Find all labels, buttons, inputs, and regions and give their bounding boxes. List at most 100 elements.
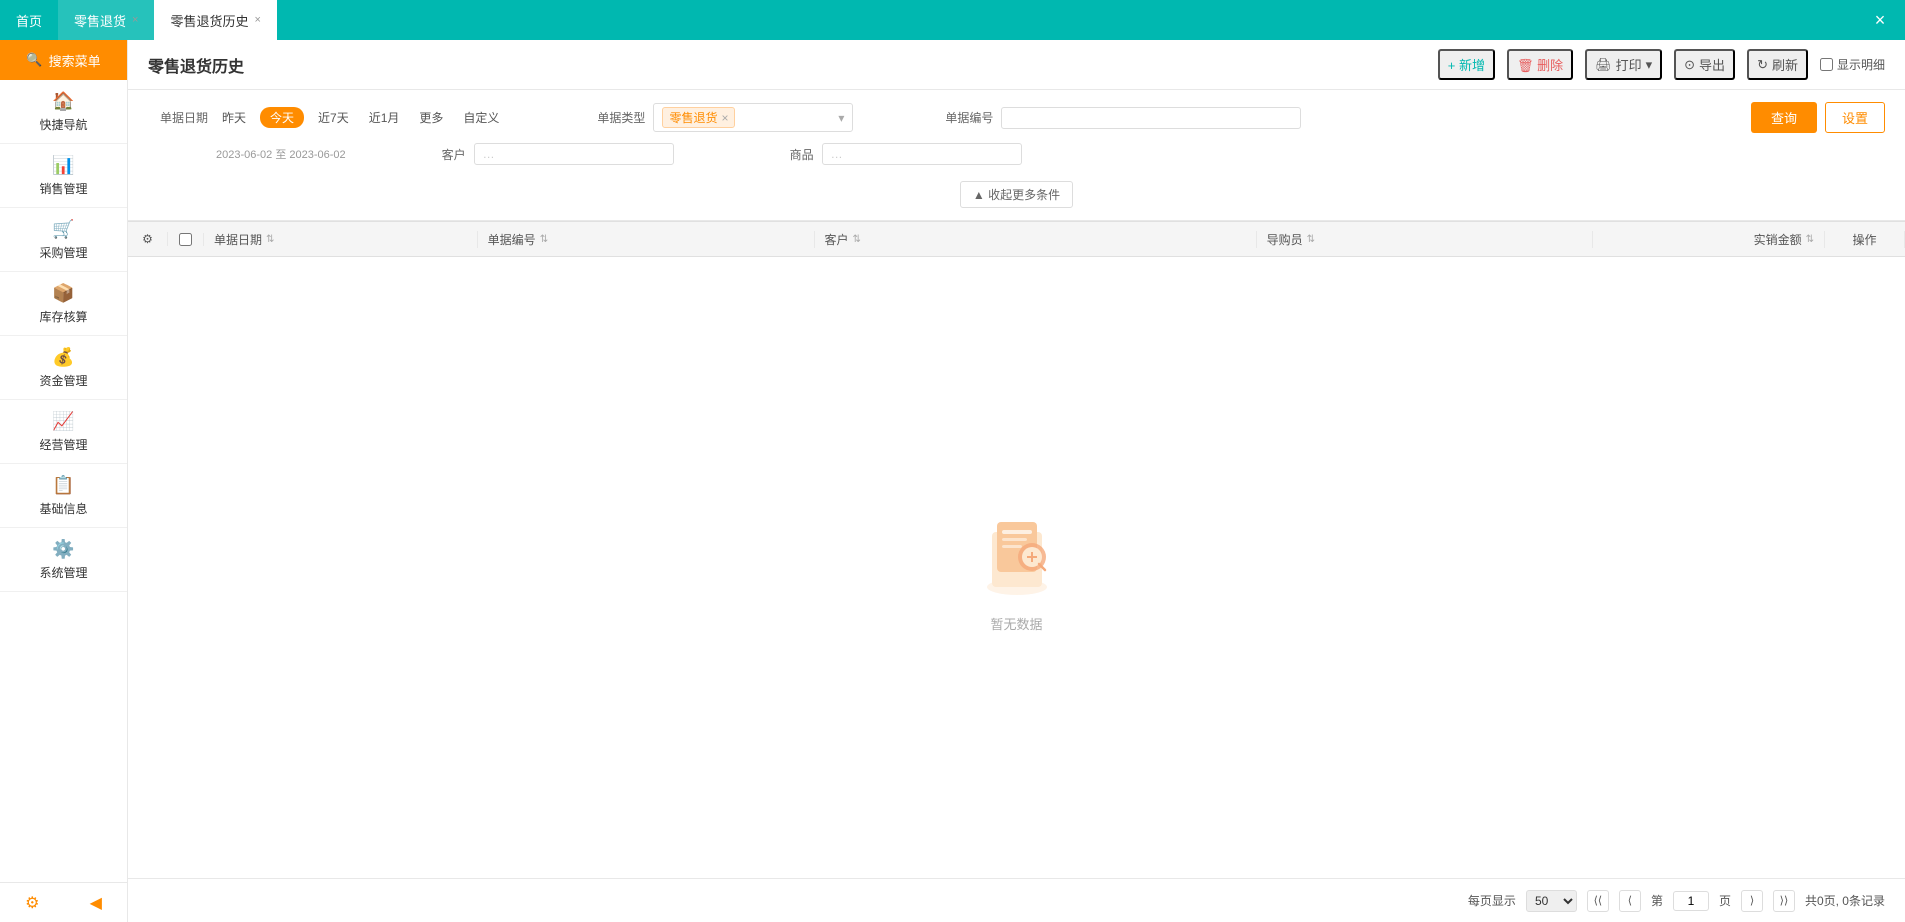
th-setting[interactable]: ⚙ (128, 232, 168, 246)
per-page-select[interactable]: 50 100 200 (1526, 890, 1577, 912)
sidebar-item-basic-info[interactable]: 📋 基础信息 (0, 464, 127, 528)
collapse-button[interactable]: ▲ 收起更多条件 (960, 181, 1073, 208)
th-date[interactable]: 单据日期 ⇅ (204, 231, 478, 248)
print-button[interactable]: 🖨 打印 ▾ (1585, 49, 1662, 80)
customer-input[interactable] (474, 143, 674, 165)
th-amount[interactable]: 实销金额 ⇅ (1593, 231, 1825, 248)
print-label: 打印 (1616, 55, 1642, 74)
delete-button[interactable]: 🗑 删除 (1507, 49, 1573, 80)
sidebar-item-operations[interactable]: 📈 经营管理 (0, 400, 127, 464)
sidebar-item-basic-info-label: 基础信息 (39, 500, 87, 517)
sidebar-item-inventory[interactable]: 📦 库存核算 (0, 272, 127, 336)
sort-customer-icon: ⇅ (853, 234, 861, 245)
tab-retail-return-history-label: 零售退货历史 (170, 11, 248, 30)
setting-icon: ⚙ (142, 232, 153, 246)
date-range-display: 2023-06-02 至 2023-06-02 (148, 146, 346, 162)
print-dropdown-icon: ▾ (1646, 57, 1653, 73)
first-page-button[interactable]: ⟨⟨ (1587, 890, 1609, 912)
new-button[interactable]: + 新增 (1438, 49, 1495, 80)
sidebar-item-finance[interactable]: 💰 资金管理 (0, 336, 127, 400)
date-opt-yesterday[interactable]: 昨天 (216, 107, 252, 128)
sidebar-search[interactable]: 🔍 搜索菜单 (0, 40, 127, 80)
sidebar-item-operations-label: 经营管理 (39, 436, 87, 453)
sort-amount-icon: ⇅ (1806, 234, 1814, 245)
sidebar-item-shortcut-label: 快捷导航 (39, 116, 87, 133)
tab-retail-return-close[interactable]: × (132, 14, 138, 26)
basic-info-icon: 📋 (52, 475, 74, 496)
refresh-button[interactable]: ↻ 刷新 (1747, 49, 1808, 80)
last-page-button[interactable]: ⟩⟩ (1773, 890, 1795, 912)
th-number-label: 单据编号 (488, 231, 536, 248)
show-detail-input[interactable] (1820, 58, 1833, 71)
settings-button[interactable]: 设置 (1825, 102, 1885, 133)
sidebar-search-label: 搜索菜单 (49, 51, 101, 70)
export-label: 导出 (1699, 55, 1725, 74)
show-detail-checkbox[interactable]: 显示明细 (1820, 56, 1885, 73)
collapse-row: ▲ 收起更多条件 (148, 175, 1885, 208)
voucher-filter-group: 单据编号 (933, 107, 1301, 129)
show-detail-label: 显示明细 (1837, 56, 1885, 73)
th-action: 操作 (1825, 231, 1905, 248)
customer-label: 客户 (406, 146, 466, 163)
tab-retail-return-history[interactable]: 零售退货历史 × (154, 0, 276, 40)
empty-icon (967, 502, 1067, 602)
date-opt-more[interactable]: 更多 (413, 107, 449, 128)
sidebar-item-sales-label: 销售管理 (39, 180, 87, 197)
sidebar-item-system[interactable]: ⚙️ 系统管理 (0, 528, 127, 592)
goods-filter-group: 商品 (754, 143, 1022, 165)
type-dropdown[interactable]: 零售退货 × ▾ (653, 103, 853, 132)
page-header: 零售退货历史 + 新增 🗑 删除 🖨 打印 ▾ ⊙ 导出 ↻ 刷新 (128, 40, 1905, 90)
pagination-bar: 每页显示 50 100 200 ⟨⟨ ⟨ 第 页 ⟩ ⟩⟩ 共0页, 0条记录 (128, 878, 1905, 922)
voucher-input[interactable] (1001, 107, 1301, 129)
query-button[interactable]: 查询 (1751, 102, 1817, 133)
voucher-label: 单据编号 (933, 109, 993, 126)
tab-retail-return[interactable]: 零售退货 × (58, 0, 154, 40)
finance-icon: 💰 (52, 347, 74, 368)
goods-input[interactable] (822, 143, 1022, 165)
sidebar-item-shortcut[interactable]: 🏠 快捷导航 (0, 80, 127, 144)
top-bar: 首页 零售退货 × 零售退货历史 × × (0, 0, 1905, 40)
filter-area: 单据日期 昨天 今天 近7天 近1月 更多 自定义 单据类型 (128, 90, 1905, 221)
sidebar-item-inventory-label: 库存核算 (39, 308, 87, 325)
sidebar-item-finance-label: 资金管理 (39, 372, 87, 389)
refresh-icon: ↻ (1757, 57, 1768, 73)
tab-retail-return-history-close[interactable]: × (254, 14, 260, 26)
content-area: 零售退货历史 + 新增 🗑 删除 🖨 打印 ▾ ⊙ 导出 ↻ 刷新 (128, 40, 1905, 922)
date-opt-1month[interactable]: 近1月 (363, 107, 406, 128)
th-checkbox[interactable] (168, 233, 204, 246)
purchase-icon: 🛒 (52, 219, 74, 240)
goods-label: 商品 (754, 146, 814, 163)
th-guide[interactable]: 导购员 ⇅ (1257, 231, 1594, 248)
date-opt-7days[interactable]: 近7天 (312, 107, 355, 128)
sidebar-item-sales[interactable]: 📊 销售管理 (0, 144, 127, 208)
page-label: 第 (1651, 892, 1663, 909)
window-close-button[interactable]: × (1855, 0, 1905, 40)
type-label: 单据类型 (585, 109, 645, 126)
date-opt-today[interactable]: 今天 (260, 107, 304, 128)
tab-bar: 首页 零售退货 × 零售退货历史 × (0, 0, 1855, 40)
prev-page-button[interactable]: ⟨ (1619, 890, 1641, 912)
sidebar-bottom: ⚙ ◀ (0, 882, 127, 922)
inventory-icon: 📦 (52, 283, 74, 304)
date-options: 昨天 今天 近7天 近1月 更多 自定义 (216, 107, 505, 128)
th-action-label: 操作 (1852, 231, 1876, 248)
collapse-sidebar-icon[interactable]: ◀ (90, 893, 102, 913)
date-opt-custom[interactable]: 自定义 (457, 107, 505, 128)
next-page-button[interactable]: ⟩ (1741, 890, 1763, 912)
th-number[interactable]: 单据编号 ⇅ (478, 231, 815, 248)
sidebar-item-system-label: 系统管理 (39, 564, 87, 581)
sidebar-item-purchase[interactable]: 🛒 采购管理 (0, 208, 127, 272)
th-customer[interactable]: 客户 ⇅ (815, 231, 1257, 248)
type-filter-group: 单据类型 零售退货 × ▾ (585, 103, 853, 132)
tab-home[interactable]: 首页 (0, 0, 58, 40)
type-tag-close[interactable]: × (721, 111, 728, 125)
page-number-input[interactable] (1673, 891, 1709, 911)
table-header: ⚙ 单据日期 ⇅ 单据编号 ⇅ 客户 ⇅ 导购员 (128, 221, 1905, 257)
settings-bottom-icon[interactable]: ⚙ (25, 893, 39, 913)
select-all-checkbox[interactable] (179, 233, 192, 246)
sort-date-icon: ⇅ (266, 234, 274, 245)
th-amount-label: 实销金额 (1754, 231, 1802, 248)
total-text: 共0页, 0条记录 (1805, 892, 1885, 909)
export-button[interactable]: ⊙ 导出 (1674, 49, 1735, 80)
th-date-label: 单据日期 (214, 231, 262, 248)
